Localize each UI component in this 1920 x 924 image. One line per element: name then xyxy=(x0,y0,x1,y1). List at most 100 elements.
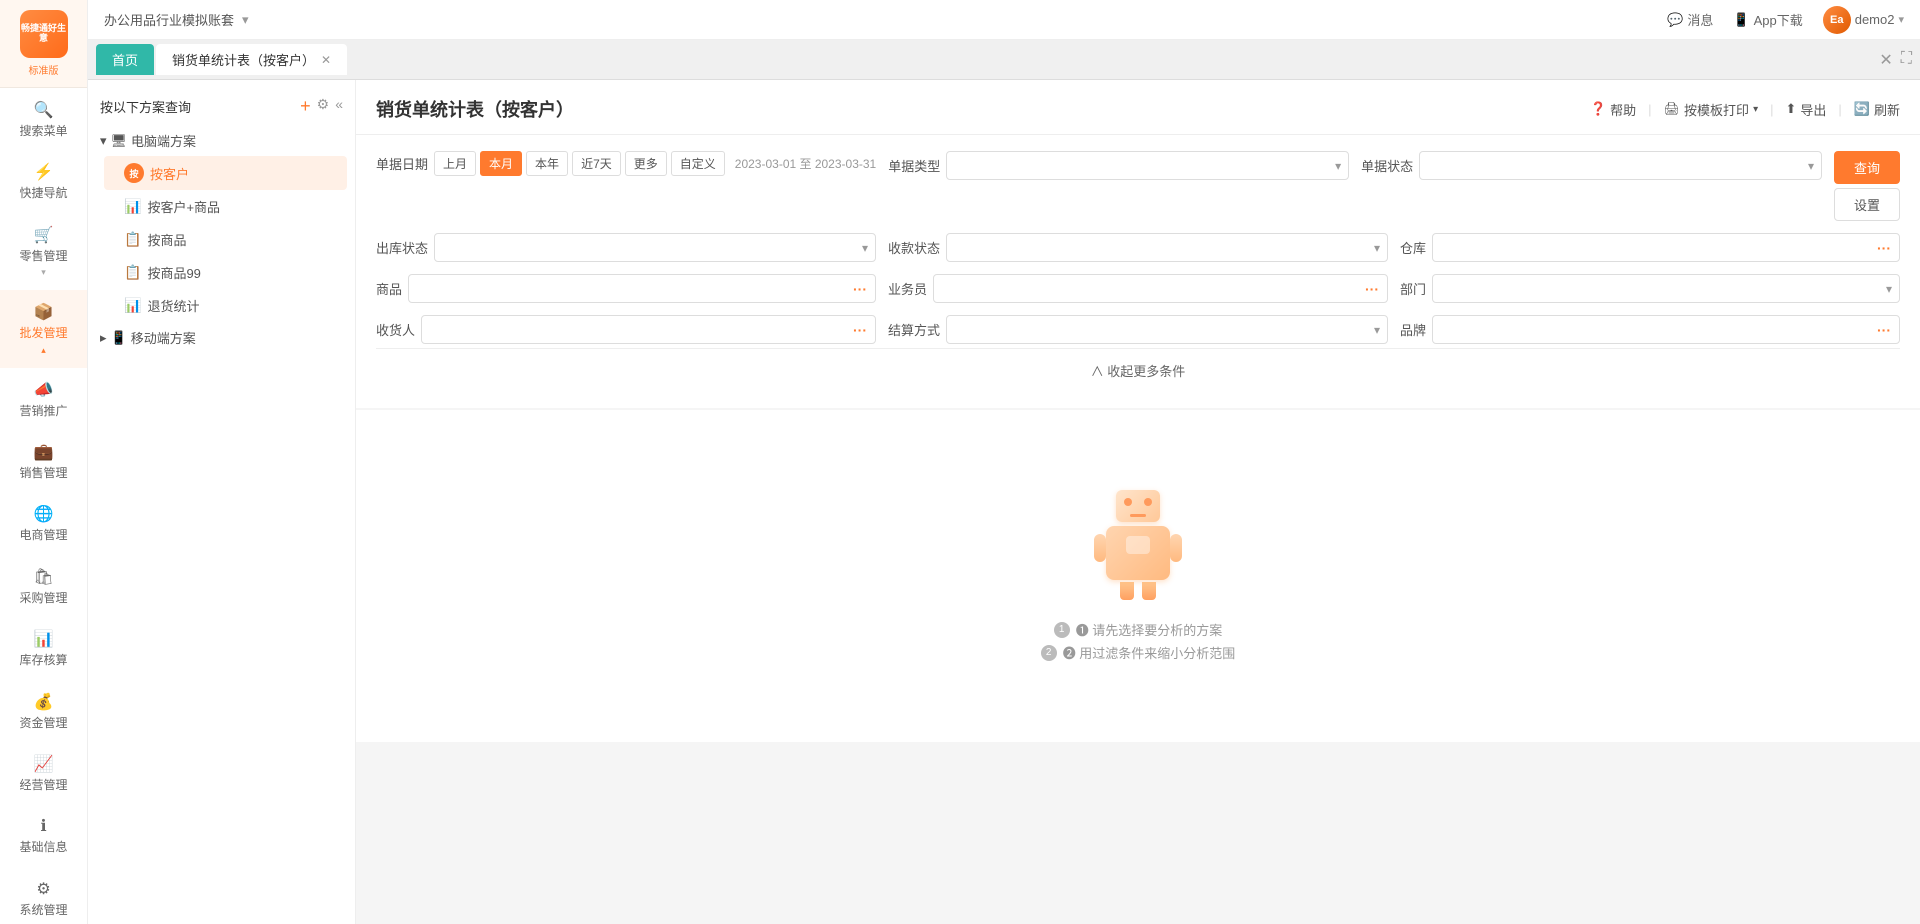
tree-group-mobile: ▸ 📱 移动端方案 xyxy=(88,322,355,353)
inventory-icon: 📊 xyxy=(34,629,54,649)
tree-item-by-goods[interactable]: 📋 按商品 xyxy=(104,223,347,256)
tab-sales-stat-close[interactable]: ✕ xyxy=(321,53,331,67)
add-plan-btn[interactable]: + xyxy=(300,96,311,117)
basic-info-label: 基础信息 xyxy=(19,840,67,854)
settle-method-select[interactable] xyxy=(946,315,1388,344)
collect-status-select[interactable] xyxy=(946,233,1388,262)
doc-type-select[interactable] xyxy=(946,151,1349,180)
print-icon: 🖨 xyxy=(1664,101,1681,117)
pc-tree-items: 按 按客户 📊 按客户+商品 📋 按商品 📋 按商品99 xyxy=(96,156,347,322)
sidebar-item-basic-info[interactable]: ℹ 基础信息 xyxy=(0,804,87,866)
dept-select[interactable] xyxy=(1432,274,1900,303)
date-btn-last-month[interactable]: 上月 xyxy=(434,151,476,176)
tree-item-by-goods-99[interactable]: 📋 按商品99 xyxy=(104,256,347,289)
tab-maximize-icon[interactable]: ⛶ xyxy=(1901,50,1912,70)
refresh-btn[interactable]: 🔄 刷新 xyxy=(1854,100,1900,119)
sidebar-item-search-menu[interactable]: 🔍 搜索菜单 xyxy=(0,88,87,150)
sidebar-item-wholesale[interactable]: 📦 批发管理 ▴ xyxy=(0,290,87,367)
retail-label: 零售管理 xyxy=(19,249,67,263)
sidebar-item-operations[interactable]: 📈 经营管理 xyxy=(0,742,87,804)
goods-input-wrap: ··· xyxy=(408,274,876,303)
main-area: 办公用品行业模拟账套 ▾ 💬 消息 📱 App下载 Ea demo2 ▾ 首 xyxy=(88,0,1920,924)
settings-button[interactable]: 设置 xyxy=(1834,188,1900,221)
date-label: 单据日期 xyxy=(376,154,428,173)
salesperson-label: 业务员 xyxy=(888,279,927,298)
brand-input[interactable] xyxy=(1433,316,1877,343)
sidebar-item-retail[interactable]: 🛒 零售管理 ▾ xyxy=(0,213,87,290)
robot-chest xyxy=(1126,536,1150,554)
purchase-label: 采购管理 xyxy=(19,591,67,605)
warehouse-dots-btn[interactable]: ··· xyxy=(1877,240,1899,256)
sidebar-item-quick-nav[interactable]: ⚡ 快捷导航 xyxy=(0,150,87,212)
user-menu[interactable]: Ea demo2 ▾ xyxy=(1823,6,1904,34)
out-status-select[interactable] xyxy=(434,233,876,262)
tab-home[interactable]: 首页 xyxy=(96,44,154,75)
help-btn[interactable]: ❓ 帮助 xyxy=(1590,100,1636,119)
warehouse-input[interactable] xyxy=(1433,234,1877,261)
action-divider-1: | xyxy=(1648,102,1651,117)
dept-label: 部门 xyxy=(1400,279,1426,298)
salesperson-dots-btn[interactable]: ··· xyxy=(1365,281,1387,297)
receiver-dots-btn[interactable]: ··· xyxy=(853,322,875,338)
mobile-group-icon: 📱 xyxy=(111,330,127,346)
date-btn-last-7-days[interactable]: 近7天 xyxy=(572,151,621,176)
doc-status-label: 单据状态 xyxy=(1361,156,1413,175)
topbar-right: 💬 消息 📱 App下载 Ea demo2 ▾ xyxy=(1667,6,1904,34)
doc-status-select[interactable] xyxy=(1419,151,1822,180)
marketing-icon: 📣 xyxy=(34,380,54,400)
company-name: 办公用品行业模拟账套 xyxy=(104,10,234,29)
operations-label: 经营管理 xyxy=(19,778,67,792)
hint-text-2: ❷ 用过滤条件来缩小分析范围 xyxy=(1063,643,1236,662)
page-header: 销货单统计表（按客户） ❓ 帮助 | 🖨 按模板打印 ▾ | ⬆ xyxy=(356,80,1920,135)
robot-mouth xyxy=(1130,514,1146,517)
robot-eye-left xyxy=(1124,498,1132,506)
tree-group-pc-label[interactable]: ▾ 🖥 电脑端方案 xyxy=(96,125,347,156)
date-btn-custom[interactable]: 自定义 xyxy=(671,151,725,176)
template-print-btn[interactable]: 🖨 按模板打印 ▾ xyxy=(1664,100,1759,119)
brand-dots-btn[interactable]: ··· xyxy=(1877,322,1899,338)
goods-input[interactable] xyxy=(409,275,853,302)
tab-minimize-icon[interactable]: ✕ xyxy=(1879,50,1892,70)
date-btn-this-month[interactable]: 本月 xyxy=(480,151,522,176)
brand-input-wrap: ··· xyxy=(1432,315,1900,344)
collapse-panel-btn[interactable]: « xyxy=(335,96,343,117)
tab-sales-stat[interactable]: 销货单统计表（按客户） ✕ xyxy=(156,44,347,75)
date-btn-this-year[interactable]: 本年 xyxy=(526,151,568,176)
tree-group-mobile-label[interactable]: ▸ 📱 移动端方案 xyxy=(96,322,347,353)
wholesale-arrow: ▴ xyxy=(41,345,46,356)
sidebar-navigation: 🔍 搜索菜单 ⚡ 快捷导航 🛒 零售管理 ▾ 📦 批发管理 ▴ 📣 营销推广 💼… xyxy=(0,88,87,924)
tree-item-by-customer-goods[interactable]: 📊 按客户+商品 xyxy=(104,190,347,223)
panel-tree: 按以下方案查询 + ⚙ « ▾ 🖥 电脑端方案 按 按客户 xyxy=(88,80,356,924)
sidebar-item-finance[interactable]: 💰 资金管理 xyxy=(0,680,87,742)
settings-plan-btn[interactable]: ⚙ xyxy=(317,96,330,117)
logo-subtitle: 标准版 xyxy=(29,62,59,77)
company-dropdown-icon[interactable]: ▾ xyxy=(242,12,249,28)
sidebar-item-sales[interactable]: 💼 销售管理 xyxy=(0,430,87,492)
date-btn-more[interactable]: 更多 xyxy=(625,151,667,176)
message-btn[interactable]: 💬 消息 xyxy=(1667,10,1713,29)
empty-hint-1: 1 ❶ 请先选择要分析的方案 xyxy=(1054,620,1223,639)
sidebar-item-purchase[interactable]: 🛍 采购管理 xyxy=(0,555,87,617)
tab-home-label: 首页 xyxy=(112,50,138,69)
collapse-more-btn[interactable]: ∧ 收起更多条件 xyxy=(1079,357,1198,384)
receiver-input[interactable] xyxy=(422,316,853,343)
out-status-label: 出库状态 xyxy=(376,238,428,257)
warehouse-label: 仓库 xyxy=(1400,238,1426,257)
export-btn[interactable]: ⬆ 导出 xyxy=(1785,100,1826,119)
sidebar-item-sys-mgmt[interactable]: ⚙ 系统管理 xyxy=(0,867,87,924)
app-download-btn[interactable]: 📱 App下载 xyxy=(1733,10,1802,29)
sidebar-item-marketing[interactable]: 📣 营销推广 xyxy=(0,368,87,430)
content-wrapper: 按以下方案查询 + ⚙ « ▾ 🖥 电脑端方案 按 按客户 xyxy=(88,80,1920,924)
empty-state: 1 ❶ 请先选择要分析的方案 2 ❷ 用过滤条件来缩小分析范围 xyxy=(356,410,1920,742)
user-name: demo2 xyxy=(1855,12,1895,27)
goods-dots-btn[interactable]: ··· xyxy=(853,281,875,297)
salesperson-input[interactable] xyxy=(934,275,1365,302)
query-button[interactable]: 查询 xyxy=(1834,151,1900,184)
sidebar-item-inventory[interactable]: 📊 库存核算 xyxy=(0,617,87,679)
tree-item-by-customer[interactable]: 按 按客户 xyxy=(104,156,347,190)
sidebar-item-ecommerce[interactable]: 🌐 电商管理 xyxy=(0,492,87,554)
app-download-icon: 📱 xyxy=(1733,12,1749,28)
tree-item-return-stats[interactable]: 📊 退货统计 xyxy=(104,289,347,322)
return-stats-label: 退货统计 xyxy=(147,296,199,315)
receiver-label: 收货人 xyxy=(376,320,415,339)
